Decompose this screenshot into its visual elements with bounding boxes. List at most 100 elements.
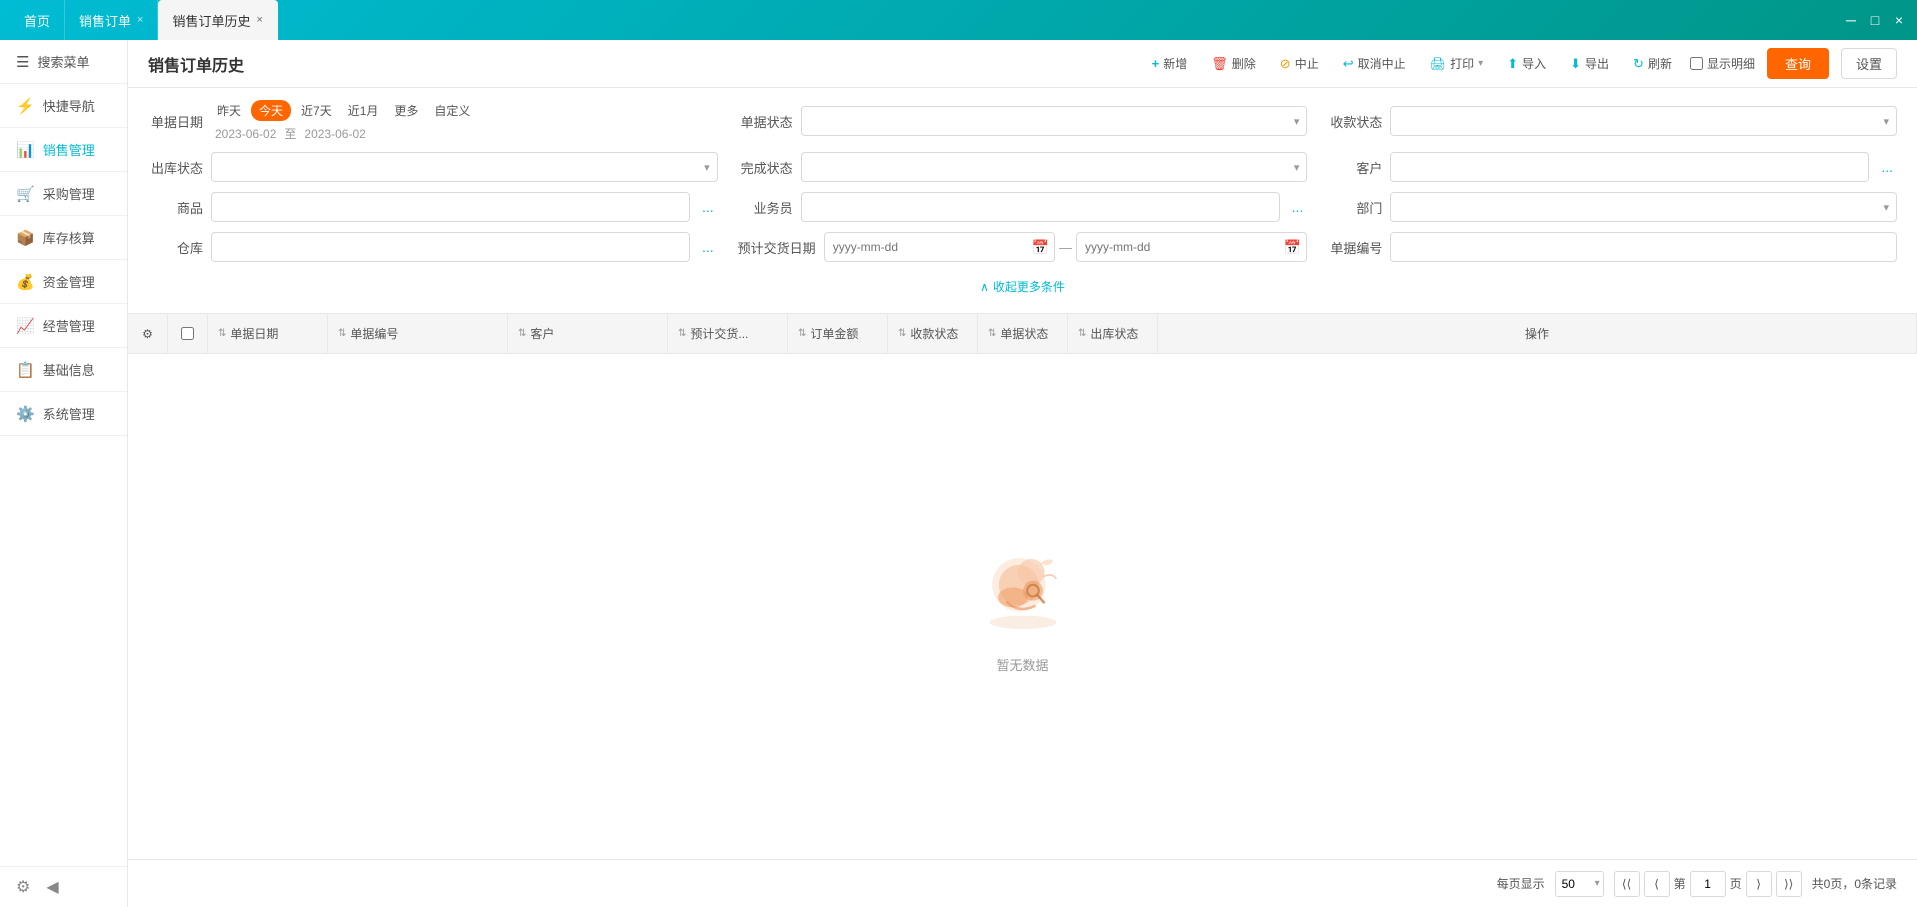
- order-status-label: 单据状态: [738, 112, 793, 131]
- order-status-select[interactable]: [801, 106, 1308, 136]
- salesperson-input[interactable]: [801, 192, 1280, 222]
- sidebar-collapse-btn[interactable]: ◀: [46, 877, 58, 897]
- filter-order-number: 单据编号: [1327, 232, 1897, 262]
- filter-payment-status: 收款状态 ▾: [1327, 106, 1897, 136]
- shortcut-7days[interactable]: 近7天: [295, 100, 338, 121]
- th-order-status[interactable]: ⇅ 单据状态: [978, 314, 1068, 353]
- top-bar: 首页 销售订单 × 销售订单历史 × ─ □ ×: [0, 0, 1917, 40]
- delivery-date-from-wrapper: 📅: [824, 232, 1055, 262]
- delivery-date-to-input[interactable]: [1076, 232, 1307, 262]
- filter-row-3: 商品 ... 业务员 ... 部门 ▾: [148, 192, 1897, 222]
- table-settings-icon[interactable]: ⚙: [142, 327, 153, 341]
- th-customer[interactable]: ⇅ 客户: [508, 314, 668, 353]
- tab-home[interactable]: 首页: [10, 0, 65, 40]
- first-page-btn[interactable]: ⟨⟨: [1614, 871, 1640, 897]
- last-page-btn[interactable]: ⟩⟩: [1776, 871, 1802, 897]
- per-page-select[interactable]: 20 50 100: [1555, 871, 1604, 897]
- settings-button[interactable]: 设置: [1841, 48, 1897, 79]
- filter-delivery-date: 预计交货日期 📅 — 📅: [738, 232, 1308, 262]
- tab-sales-history[interactable]: 销售订单历史 ×: [158, 0, 277, 40]
- warehouse-ellipsis-btn[interactable]: ...: [698, 239, 718, 255]
- order-number-input[interactable]: [1390, 232, 1897, 262]
- window-max-btn[interactable]: □: [1867, 12, 1883, 28]
- th-customer-label: 客户: [530, 325, 554, 342]
- display-toggle[interactable]: 显示明细: [1690, 55, 1755, 72]
- total-info: 共0页，0条记录: [1812, 875, 1897, 892]
- warehouse-status-select[interactable]: [211, 152, 718, 182]
- new-button[interactable]: + 新增: [1146, 51, 1194, 76]
- date-shortcuts: 昨天 今天 近7天 近1月 更多 自定义: [211, 100, 718, 121]
- stop-button[interactable]: ⊘ 中止: [1274, 51, 1325, 76]
- sidebar-item-purchase-mgmt[interactable]: 🛒 采购管理: [0, 172, 127, 216]
- import-button[interactable]: ⬆ 导入: [1501, 51, 1552, 76]
- goods-input[interactable]: [211, 192, 690, 222]
- warehouse-status-label: 出库状态: [148, 158, 203, 177]
- empty-state-icon: [973, 539, 1073, 639]
- department-select[interactable]: [1390, 192, 1897, 222]
- sidebar-item-basic-info[interactable]: 📋 基础信息: [0, 348, 127, 392]
- completion-status-label: 完成状态: [738, 158, 793, 177]
- export-button[interactable]: ⬇ 导出: [1564, 51, 1615, 76]
- th-amount[interactable]: ⇅ 订单金额: [788, 314, 888, 353]
- sidebar-item-operations[interactable]: 📈 经营管理: [0, 304, 127, 348]
- sidebar-item-system[interactable]: ⚙️ 系统管理: [0, 392, 127, 436]
- tab-sales-order[interactable]: 销售订单 ×: [65, 0, 158, 40]
- goods-ellipsis-btn[interactable]: ...: [698, 199, 718, 215]
- shortcut-custom[interactable]: 自定义: [428, 100, 476, 121]
- sidebar-item-inventory[interactable]: 📦 库存核算: [0, 216, 127, 260]
- filter-order-status: 单据状态 ▾: [738, 106, 1308, 136]
- table-area: ⚙ ⇅ 单据日期 ⇅ 单据编号 ⇅ 客户 ⇅: [128, 314, 1917, 859]
- purchase-mgmt-icon: 🛒: [16, 185, 35, 203]
- warehouse-input[interactable]: [211, 232, 690, 262]
- date-range-label: 单据日期: [148, 112, 203, 131]
- payment-status-select-wrapper: ▾: [1390, 106, 1897, 136]
- shortcut-today[interactable]: 今天: [251, 100, 291, 121]
- select-all-checkbox[interactable]: [181, 327, 194, 340]
- refresh-button[interactable]: ↻ 刷新: [1627, 51, 1678, 76]
- sidebar-item-quick-nav[interactable]: ⚡ 快捷导航: [0, 84, 127, 128]
- window-min-btn[interactable]: ─: [1843, 12, 1859, 28]
- delete-label: 删除: [1232, 55, 1256, 72]
- shortcut-yesterday[interactable]: 昨天: [211, 100, 247, 121]
- th-date[interactable]: ⇅ 单据日期: [208, 314, 328, 353]
- date-range-sep: 至: [284, 125, 296, 142]
- sidebar-item-search-menu[interactable]: ☰ 搜索菜单: [0, 40, 127, 84]
- th-payment-status[interactable]: ⇅ 收款状态: [888, 314, 978, 353]
- print-button[interactable]: 🖨 打印 ▾: [1424, 51, 1490, 76]
- salesperson-ellipsis-btn[interactable]: ...: [1288, 199, 1308, 215]
- next-page-btn[interactable]: ⟩: [1746, 871, 1772, 897]
- delete-button[interactable]: 🗑 删除: [1205, 51, 1262, 76]
- shortcut-more[interactable]: 更多: [388, 100, 424, 121]
- sidebar-item-finance[interactable]: 💰 资金管理: [0, 260, 127, 304]
- cancel-stop-label: 取消中止: [1358, 55, 1406, 72]
- prev-page-btn[interactable]: ⟨: [1644, 871, 1670, 897]
- shortcut-1month[interactable]: 近1月: [342, 100, 385, 121]
- sidebar-item-sales-mgmt[interactable]: 📊 销售管理: [0, 128, 127, 172]
- cancel-stop-button[interactable]: ↩ 取消中止: [1337, 51, 1412, 76]
- query-button[interactable]: 查询: [1767, 48, 1829, 79]
- tab-sales-order-close[interactable]: ×: [137, 14, 143, 26]
- customer-input[interactable]: [1390, 152, 1869, 182]
- completion-status-select[interactable]: [801, 152, 1308, 182]
- delivery-date-sep: —: [1059, 240, 1072, 255]
- tab-sales-order-label: 销售订单: [79, 11, 131, 30]
- th-settings[interactable]: ⚙: [128, 314, 168, 353]
- th-delivery[interactable]: ⇅ 预计交货...: [668, 314, 788, 353]
- collapse-toggle[interactable]: ∧ 收起更多条件: [148, 272, 1897, 301]
- customer-ellipsis-btn[interactable]: ...: [1877, 159, 1897, 175]
- sidebar-settings-btn[interactable]: ⚙: [16, 877, 30, 897]
- search-menu-icon: ☰: [16, 53, 29, 71]
- delivery-date-from-input[interactable]: [824, 232, 1055, 262]
- operations-icon: 📈: [16, 317, 35, 335]
- tab-sales-history-close[interactable]: ×: [256, 14, 262, 26]
- export-icon: ⬇: [1570, 56, 1581, 72]
- th-number[interactable]: ⇅ 单据编号: [328, 314, 508, 353]
- display-toggle-checkbox[interactable]: [1690, 57, 1703, 70]
- window-close-btn[interactable]: ×: [1891, 12, 1907, 28]
- department-select-wrapper: ▾: [1390, 192, 1897, 222]
- page-input[interactable]: [1690, 871, 1726, 897]
- delivery-date-group: 📅 — 📅: [824, 232, 1308, 262]
- th-warehouse-status[interactable]: ⇅ 出库状态: [1068, 314, 1158, 353]
- th-checkbox[interactable]: [168, 314, 208, 353]
- payment-status-select[interactable]: [1390, 106, 1897, 136]
